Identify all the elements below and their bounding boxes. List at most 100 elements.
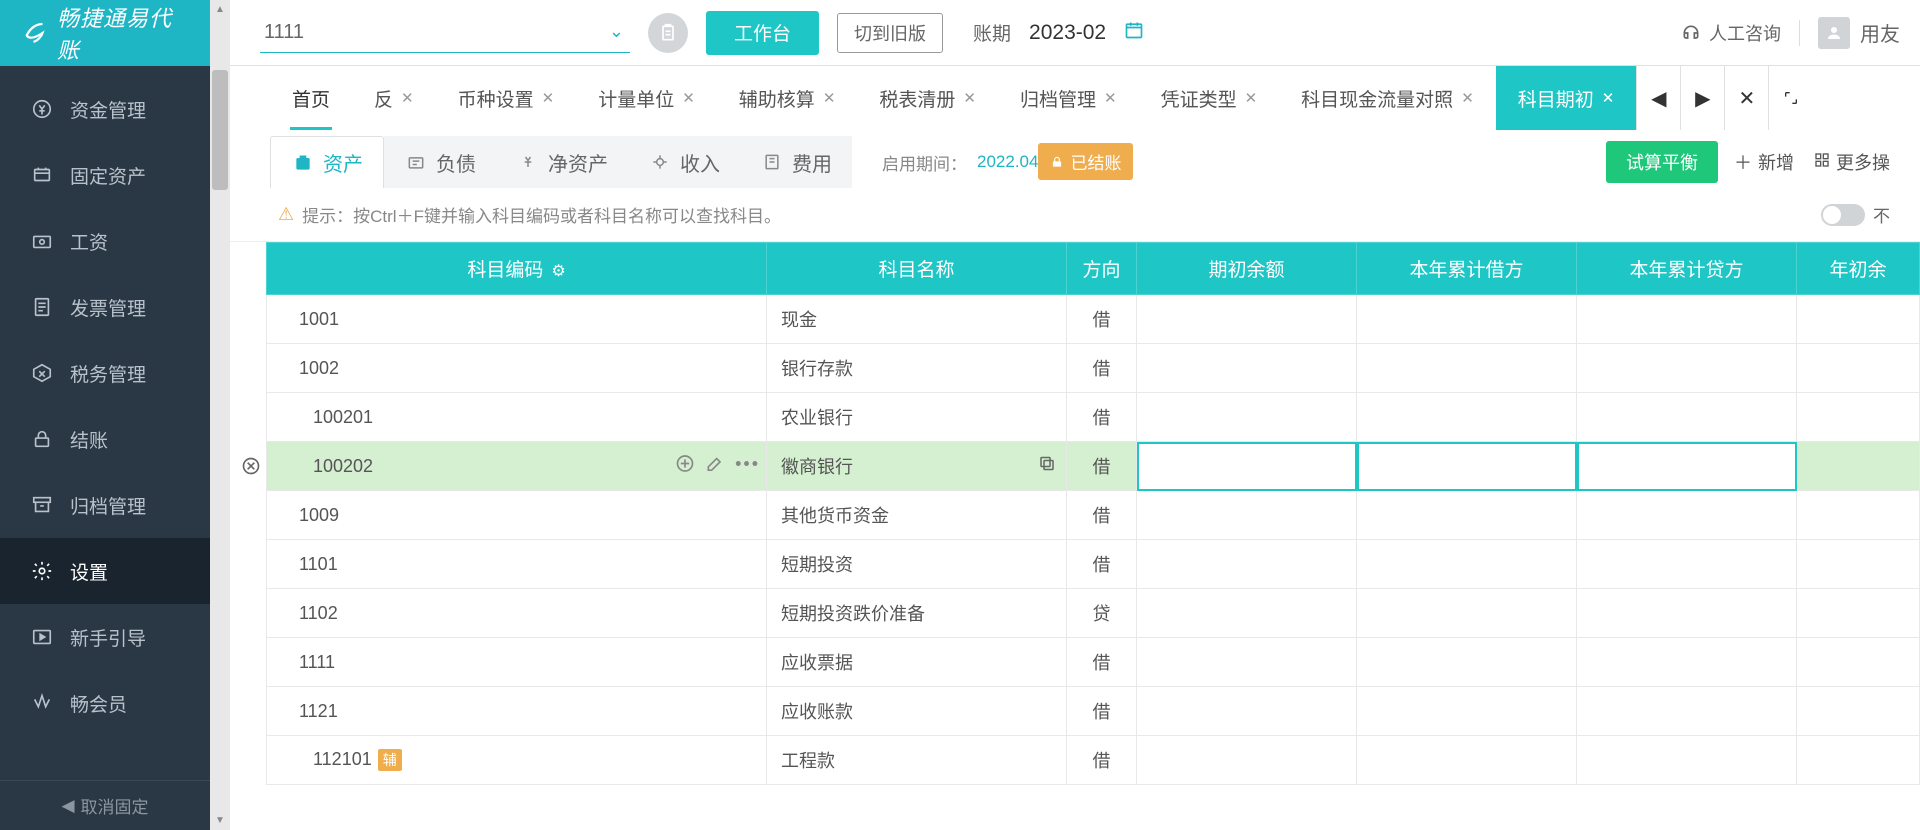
- table-row[interactable]: 1111应收票据借: [267, 638, 1920, 687]
- cell-name[interactable]: 短期投资跌价准备: [767, 589, 1067, 638]
- th-dir[interactable]: 方向: [1067, 243, 1137, 295]
- cell-opening-balance[interactable]: [1137, 491, 1357, 540]
- cell-name[interactable]: 应收账款: [767, 687, 1067, 736]
- subtab[interactable]: 净资产: [496, 136, 628, 188]
- table-row[interactable]: 1121应收账款借: [267, 687, 1920, 736]
- th-name[interactable]: 科目名称: [767, 243, 1067, 295]
- tab[interactable]: 首页: [270, 66, 352, 130]
- tab[interactable]: 归档管理✕: [998, 66, 1139, 130]
- sidebar-item-gear[interactable]: 设置: [0, 538, 210, 604]
- cell-code[interactable]: 1111: [267, 638, 767, 687]
- cell-name[interactable]: 短期投资: [767, 540, 1067, 589]
- cell-code[interactable]: 1101: [267, 540, 767, 589]
- cell-year-begin[interactable]: [1797, 442, 1920, 491]
- cell-ytd-credit[interactable]: [1577, 736, 1797, 785]
- sidebar-item-archive[interactable]: 归档管理: [0, 472, 210, 538]
- tab[interactable]: 反✕: [352, 66, 436, 130]
- cell-name[interactable]: 银行存款: [767, 344, 1067, 393]
- th-debit[interactable]: 本年累计借方: [1357, 243, 1577, 295]
- cell-ytd-credit[interactable]: [1577, 295, 1797, 344]
- workbench-button[interactable]: 工作台: [706, 11, 819, 55]
- close-icon[interactable]: ✕: [823, 89, 836, 107]
- cell-ytd-credit[interactable]: [1577, 589, 1797, 638]
- table-row[interactable]: 112101辅工程款借: [267, 736, 1920, 785]
- cell-opening-balance[interactable]: [1137, 442, 1357, 491]
- trial-balance-button[interactable]: 试算平衡: [1606, 141, 1718, 183]
- table-row[interactable]: 1002银行存款借: [267, 344, 1920, 393]
- cell-opening-balance[interactable]: [1137, 589, 1357, 638]
- cell-year-begin[interactable]: [1797, 393, 1920, 442]
- close-icon[interactable]: ✕: [1602, 89, 1615, 107]
- row-more-button[interactable]: •••: [735, 454, 760, 479]
- cell-ytd-debit[interactable]: [1357, 295, 1577, 344]
- cell-ytd-credit[interactable]: [1577, 344, 1797, 393]
- consult-link[interactable]: 人工咨询: [1681, 20, 1781, 46]
- cell-code[interactable]: 1102: [267, 589, 767, 638]
- tab[interactable]: 币种设置✕: [436, 66, 577, 130]
- close-icon[interactable]: ✕: [1104, 89, 1117, 107]
- cell-ytd-debit[interactable]: [1357, 736, 1577, 785]
- cell-year-begin[interactable]: [1797, 540, 1920, 589]
- cell-year-begin[interactable]: [1797, 589, 1920, 638]
- row-add-button[interactable]: [675, 454, 695, 479]
- cell-ytd-credit[interactable]: [1577, 442, 1797, 491]
- close-icon[interactable]: ✕: [682, 89, 695, 107]
- cell-name[interactable]: 现金: [767, 295, 1067, 344]
- cell-code[interactable]: •••100202: [267, 442, 767, 491]
- close-icon[interactable]: ✕: [542, 89, 555, 107]
- cell-year-begin[interactable]: [1797, 736, 1920, 785]
- cell-opening-balance[interactable]: [1137, 344, 1357, 393]
- cell-name[interactable]: 其他货币资金: [767, 491, 1067, 540]
- cell-ytd-debit[interactable]: [1357, 638, 1577, 687]
- add-new-button[interactable]: ＋ 新增: [1734, 149, 1794, 175]
- table-row[interactable]: 100201农业银行借: [267, 393, 1920, 442]
- th-year[interactable]: 年初余: [1797, 243, 1920, 295]
- row-edit-button[interactable]: [705, 454, 725, 479]
- scrollbar[interactable]: ▲ ▼: [210, 0, 230, 830]
- cell-ytd-credit[interactable]: [1577, 393, 1797, 442]
- unpin-button[interactable]: ◀ 取消固定: [0, 780, 210, 830]
- tab-prev-button[interactable]: ◀: [1637, 66, 1681, 130]
- cell-ytd-credit[interactable]: [1577, 687, 1797, 736]
- scroll-thumb[interactable]: [212, 70, 228, 190]
- tab[interactable]: 凭证类型✕: [1139, 66, 1280, 130]
- sidebar-item-asset[interactable]: 固定资产: [0, 142, 210, 208]
- close-icon[interactable]: ✕: [1245, 89, 1258, 107]
- cell-ytd-debit[interactable]: [1357, 687, 1577, 736]
- copy-icon[interactable]: [1038, 455, 1056, 478]
- sidebar-item-guide[interactable]: 新手引导: [0, 604, 210, 670]
- cell-ytd-debit[interactable]: [1357, 589, 1577, 638]
- tab-next-button[interactable]: ▶: [1681, 66, 1725, 130]
- tab-close-all-button[interactable]: ✕: [1725, 66, 1769, 130]
- cell-year-begin[interactable]: [1797, 687, 1920, 736]
- cell-ytd-debit[interactable]: [1357, 491, 1577, 540]
- cell-ytd-debit[interactable]: [1357, 344, 1577, 393]
- sidebar-item-money[interactable]: 资金管理: [0, 76, 210, 142]
- th-balance[interactable]: 期初余额: [1137, 243, 1357, 295]
- cell-name[interactable]: 徽商银行: [767, 442, 1067, 491]
- cell-opening-balance[interactable]: [1137, 295, 1357, 344]
- th-code[interactable]: 科目编码⚙: [267, 243, 767, 295]
- cell-code[interactable]: 1009: [267, 491, 767, 540]
- close-icon[interactable]: ✕: [1461, 89, 1474, 107]
- brand-logo[interactable]: 畅捷通易代账: [0, 0, 210, 66]
- cell-opening-balance[interactable]: [1137, 687, 1357, 736]
- table-row[interactable]: 1101短期投资借: [267, 540, 1920, 589]
- cell-name[interactable]: 农业银行: [767, 393, 1067, 442]
- cell-ytd-debit[interactable]: [1357, 393, 1577, 442]
- company-input[interactable]: [260, 13, 630, 53]
- cell-ytd-debit[interactable]: [1357, 442, 1577, 491]
- cell-name[interactable]: 工程款: [767, 736, 1067, 785]
- cell-year-begin[interactable]: [1797, 638, 1920, 687]
- cell-year-begin[interactable]: [1797, 295, 1920, 344]
- cell-code[interactable]: 1002: [267, 344, 767, 393]
- clipboard-button[interactable]: [648, 13, 688, 53]
- sidebar-item-salary[interactable]: 工资: [0, 208, 210, 274]
- row-delete-button[interactable]: [241, 456, 261, 476]
- tab[interactable]: 税表清册✕: [857, 66, 998, 130]
- tab[interactable]: 科目现金流量对照✕: [1279, 66, 1496, 130]
- switch-old-button[interactable]: 切到旧版: [837, 13, 943, 53]
- subtab[interactable]: 资产: [270, 136, 384, 188]
- cell-code[interactable]: 1001: [267, 295, 767, 344]
- cell-code[interactable]: 1121: [267, 687, 767, 736]
